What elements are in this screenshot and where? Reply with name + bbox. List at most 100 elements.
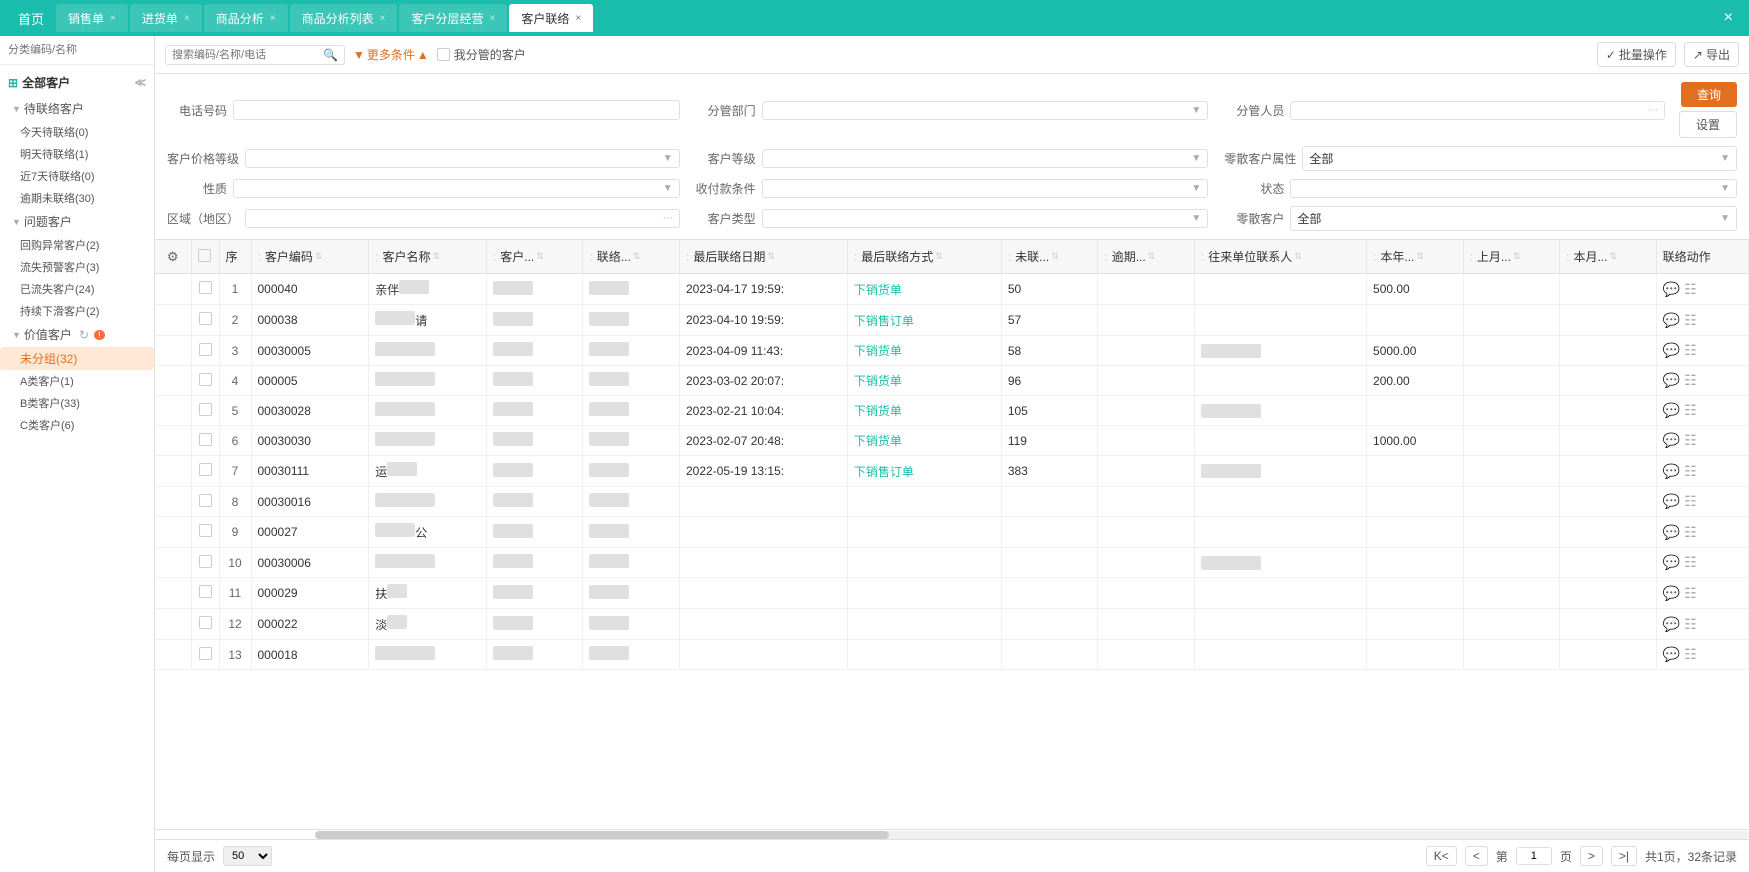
- qr-icon[interactable]: ☷: [1684, 402, 1697, 419]
- chat-icon[interactable]: 💬: [1663, 402, 1680, 419]
- home-tab[interactable]: 首页: [8, 9, 54, 28]
- tab-customer-segment[interactable]: 客户分层经营 ×: [399, 4, 507, 32]
- tab-product-analysis[interactable]: 商品分析 ×: [204, 4, 288, 32]
- person-select[interactable]: ⋯: [1290, 101, 1665, 120]
- tab-product-list-close[interactable]: ×: [380, 13, 386, 24]
- sidebar-item-tomorrow[interactable]: 明天待联络(1): [0, 143, 154, 165]
- region-select[interactable]: ⋯: [245, 209, 680, 228]
- contact-method-link[interactable]: 下销售订单: [854, 314, 914, 328]
- sidebar-item-today[interactable]: 今天待联络(0): [0, 121, 154, 143]
- row-checkbox[interactable]: [199, 312, 212, 325]
- th-this-month[interactable]: 本月...⇅: [1560, 240, 1657, 274]
- row-checkbox[interactable]: [199, 494, 212, 507]
- row-checkbox[interactable]: [199, 524, 212, 537]
- row-name[interactable]: [369, 487, 487, 517]
- tab-sales-close[interactable]: ×: [110, 13, 116, 24]
- my-customers-checkbox-label[interactable]: 我分管的客户: [437, 46, 526, 63]
- customer-type-select[interactable]: ▼: [762, 209, 1209, 228]
- payment-select[interactable]: ▼: [762, 179, 1209, 198]
- th-customer-info[interactable]: 客户...⇅: [486, 240, 583, 274]
- chat-icon[interactable]: 💬: [1663, 432, 1680, 449]
- contact-method-link[interactable]: 下销售订单: [854, 465, 914, 479]
- settings-gear-icon[interactable]: ⚙: [167, 249, 179, 264]
- row-checkbox[interactable]: [199, 343, 212, 356]
- export-button[interactable]: ↗ 导出: [1684, 42, 1739, 67]
- row-name[interactable]: [369, 640, 487, 670]
- row-name[interactable]: 扶: [369, 578, 487, 609]
- row-name[interactable]: [369, 336, 487, 366]
- tab-customer-contact-close[interactable]: ×: [575, 13, 581, 24]
- chat-icon[interactable]: 💬: [1663, 554, 1680, 571]
- retail-attr-select[interactable]: 全部 ▼: [1302, 146, 1737, 171]
- next-page-button[interactable]: >: [1580, 846, 1603, 866]
- qr-icon[interactable]: ☷: [1684, 463, 1697, 480]
- th-code[interactable]: 客户编码⇅: [251, 240, 369, 274]
- tab-purchase[interactable]: 进货单 ×: [130, 4, 202, 32]
- chat-icon[interactable]: 💬: [1663, 342, 1680, 359]
- tab-purchase-close[interactable]: ×: [184, 13, 190, 24]
- nature-select[interactable]: ▼: [233, 179, 680, 198]
- sidebar-item-class-b[interactable]: B类客户(33): [0, 392, 154, 414]
- filter-search-icon[interactable]: 🔍: [323, 48, 338, 62]
- tab-product-analysis-close[interactable]: ×: [270, 13, 276, 24]
- sidebar-search-input[interactable]: [8, 44, 150, 56]
- qr-icon[interactable]: ☷: [1684, 281, 1697, 298]
- query-button[interactable]: 查询: [1681, 82, 1737, 107]
- row-name[interactable]: [369, 426, 487, 456]
- th-partner-contact[interactable]: 往来单位联系人⇅: [1194, 240, 1366, 274]
- window-close-button[interactable]: ×: [1716, 9, 1741, 27]
- row-checkbox[interactable]: [199, 281, 212, 294]
- sidebar-item-repeat-abnormal[interactable]: 回购异常客户(2): [0, 234, 154, 256]
- th-name[interactable]: 客户名称⇅: [369, 240, 487, 274]
- row-checkbox[interactable]: [199, 555, 212, 568]
- last-page-button[interactable]: >|: [1611, 846, 1637, 866]
- chat-icon[interactable]: 💬: [1663, 585, 1680, 602]
- row-name[interactable]: [369, 366, 487, 396]
- th-last-contact-method[interactable]: 最后联络方式⇅: [847, 240, 1001, 274]
- th-this-year[interactable]: 本年...⇅: [1367, 240, 1464, 274]
- batch-ops-button[interactable]: ✓ 批量操作: [1597, 42, 1676, 67]
- tab-product-analysis-list[interactable]: 商品分析列表 ×: [290, 4, 398, 32]
- qr-icon[interactable]: ☷: [1684, 372, 1697, 389]
- page-number-input[interactable]: [1516, 847, 1552, 865]
- row-name[interactable]: 公: [369, 517, 487, 548]
- chat-icon[interactable]: 💬: [1663, 616, 1680, 633]
- contact-method-link[interactable]: 下销货单: [854, 283, 902, 297]
- sidebar-all-customers[interactable]: 全部客户 ≪: [0, 69, 154, 96]
- tab-customer-segment-close[interactable]: ×: [489, 13, 495, 24]
- chat-icon[interactable]: 💬: [1663, 281, 1680, 298]
- chat-icon[interactable]: 💬: [1663, 524, 1680, 541]
- contact-method-link[interactable]: 下销货单: [854, 374, 902, 388]
- qr-icon[interactable]: ☷: [1684, 585, 1697, 602]
- contact-method-link[interactable]: 下销货单: [854, 344, 902, 358]
- qr-icon[interactable]: ☷: [1684, 524, 1697, 541]
- first-page-button[interactable]: K<: [1426, 846, 1457, 866]
- qr-icon[interactable]: ☷: [1684, 432, 1697, 449]
- row-checkbox[interactable]: [199, 373, 212, 386]
- phone-input[interactable]: [233, 100, 680, 120]
- contact-method-link[interactable]: 下销货单: [854, 404, 902, 418]
- dept-select[interactable]: ▼: [762, 101, 1209, 120]
- sidebar-item-unclassified[interactable]: 未分组(32): [0, 347, 154, 370]
- qr-icon[interactable]: ☷: [1684, 312, 1697, 329]
- qr-icon[interactable]: ☷: [1684, 616, 1697, 633]
- scrollbar-thumb[interactable]: [315, 831, 889, 839]
- row-checkbox[interactable]: [199, 647, 212, 660]
- customer-level-select[interactable]: ▼: [762, 149, 1209, 168]
- sidebar-problem-customers[interactable]: 问题客户: [0, 209, 154, 234]
- sidebar-value-customers[interactable]: 价值客户 ↻ !: [0, 322, 154, 347]
- th-contact[interactable]: 联络...⇅: [583, 240, 680, 274]
- sidebar-item-near7days[interactable]: 近7天待联络(0): [0, 165, 154, 187]
- row-name[interactable]: 运: [369, 456, 487, 487]
- qr-icon[interactable]: ☷: [1684, 342, 1697, 359]
- header-checkbox[interactable]: [198, 249, 211, 262]
- price-level-select[interactable]: ▼: [245, 149, 680, 168]
- row-name[interactable]: 请: [369, 305, 487, 336]
- sidebar-pending-contact[interactable]: 待联络客户: [0, 96, 154, 121]
- chat-icon[interactable]: 💬: [1663, 646, 1680, 663]
- tab-sales[interactable]: 销售单 ×: [56, 4, 128, 32]
- filter-search-input[interactable]: [172, 49, 319, 61]
- row-name[interactable]: [369, 548, 487, 578]
- row-checkbox[interactable]: [199, 403, 212, 416]
- chat-icon[interactable]: 💬: [1663, 493, 1680, 510]
